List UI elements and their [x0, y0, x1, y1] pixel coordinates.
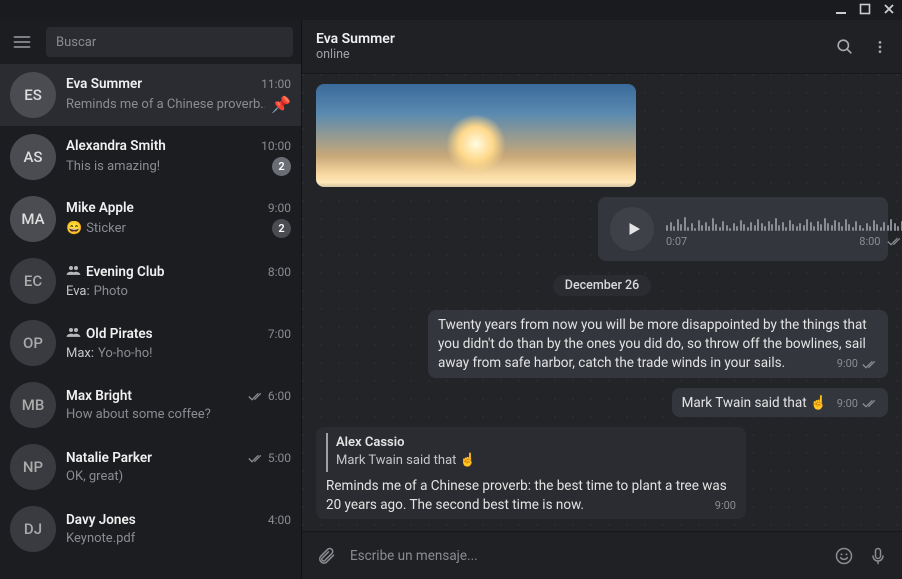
- chat-time: 8:00: [268, 265, 291, 279]
- preview-text: OK, great): [66, 469, 123, 484]
- avatar: MA: [10, 196, 56, 242]
- chat-name-text: Evening Club: [86, 264, 164, 280]
- read-checks-icon: [248, 391, 264, 402]
- voice-position: 0:07: [666, 234, 687, 250]
- avatar: OP: [10, 320, 56, 366]
- chat-name-text: Davy Jones: [66, 512, 136, 528]
- chat-name-text: Eva Summer: [66, 76, 142, 92]
- messages-area[interactable]: Nearly missed this sunrise 7:00 0:07 8:0…: [302, 74, 902, 579]
- message-bubble-voice[interactable]: 0:07 8:00: [598, 197, 888, 261]
- chat-list-item[interactable]: EC Evening Club 8:00 Eva: Photo: [0, 250, 301, 312]
- preview-sender: Max:: [66, 346, 94, 361]
- preview-text: Reminds me of a Chinese proverb...: [66, 97, 265, 112]
- voice-record-button[interactable]: [868, 546, 888, 566]
- message-text: Mark Twain said that ☝️: [682, 395, 827, 411]
- search-chat-button[interactable]: [835, 37, 854, 56]
- maximize-button[interactable]: [858, 2, 872, 16]
- chat-list: ES Eva Summer 11:00 Reminds me of a Chinese…: [0, 64, 301, 579]
- window-titlebar: [0, 0, 902, 20]
- reply-author: Alex Cassio: [336, 434, 736, 452]
- preview-text: This is amazing!: [66, 159, 160, 174]
- voice-duration: 8:00: [859, 234, 880, 250]
- preview-text: How about some coffee?: [66, 407, 211, 422]
- chat-list-item[interactable]: MA Mike Apple 9:00 😄 Sticker 2: [0, 188, 301, 250]
- minimize-button[interactable]: [834, 2, 848, 16]
- chat-list-item[interactable]: MB Max Bright 6:00 How about some coffee?: [0, 374, 301, 436]
- reply-block[interactable]: Alex Cassio Mark Twain said that ☝️: [326, 433, 736, 472]
- avatar: AS: [10, 134, 56, 180]
- play-button[interactable]: [610, 207, 654, 251]
- search-box[interactable]: [46, 27, 293, 57]
- unread-badge: 2: [272, 157, 291, 176]
- message-bubble[interactable]: Twenty years from now you will be more d…: [428, 310, 888, 377]
- chat-list-item[interactable]: AS Alexandra Smith 10:00 This is amazing! 2: [0, 126, 301, 188]
- chat-name-text: Natalie Parker: [66, 450, 152, 466]
- group-icon: [66, 326, 81, 343]
- chat-time: 9:00: [268, 201, 291, 215]
- image-content[interactable]: [316, 84, 636, 187]
- chat-list-item[interactable]: OP Old Pirates 7:00 Max: Yo-ho-ho!: [0, 312, 301, 374]
- message-bubble[interactable]: Mark Twain said that ☝️ 9:00: [672, 388, 888, 417]
- read-checks-icon: [862, 398, 878, 409]
- message-input[interactable]: [350, 548, 820, 564]
- message-time: 9:00: [837, 396, 858, 412]
- message-bubble-image[interactable]: Nearly missed this sunrise 7:00: [316, 84, 636, 187]
- close-button[interactable]: [882, 2, 896, 16]
- unread-badge: 2: [272, 219, 291, 238]
- avatar: MB: [10, 382, 56, 428]
- message-text: Twenty years from now you will be more d…: [438, 317, 867, 371]
- message-bubble-reply[interactable]: Alex Cassio Mark Twain said that ☝️ Remi…: [316, 427, 746, 519]
- chat-status: online: [316, 47, 835, 62]
- composer-bar: [302, 531, 902, 579]
- date-divider: December 26: [553, 275, 651, 296]
- chat-list-item[interactable]: DJ Davy Jones 4:00 Keynote.pdf: [0, 498, 301, 560]
- chat-time: 11:00: [261, 77, 291, 91]
- preview-text: Sticker: [86, 221, 126, 236]
- chat-time: 10:00: [261, 139, 291, 153]
- chat-list-item[interactable]: NP Natalie Parker 5:00 OK, great): [0, 436, 301, 498]
- group-icon: [66, 264, 81, 281]
- chat-name-text: Mike Apple: [66, 200, 134, 216]
- chat-time: 6:00: [268, 389, 291, 403]
- preview-emoji: 😄: [66, 221, 82, 236]
- pin-icon: 📌: [271, 95, 291, 114]
- avatar: NP: [10, 444, 56, 490]
- avatar: EC: [10, 258, 56, 304]
- chat-list-item[interactable]: ES Eva Summer 11:00 Reminds me of a Chinese…: [0, 64, 301, 126]
- preview-text: Yo-ho-ho!: [98, 346, 153, 361]
- preview-text: Keynote.pdf: [66, 531, 135, 546]
- avatar: DJ: [10, 506, 56, 552]
- preview-text: Photo: [94, 284, 128, 299]
- chat-header: Eva Summer online: [302, 20, 902, 74]
- chat-pane: Eva Summer online Nearly missed this sun…: [302, 20, 902, 579]
- message-time: 9:00: [715, 498, 736, 514]
- chat-name-text: Alexandra Smith: [66, 138, 166, 154]
- message-text: Reminds me of a Chinese proverb: the bes…: [326, 478, 727, 513]
- reply-text: Mark Twain said that ☝️: [336, 452, 736, 470]
- read-checks-icon: [862, 359, 878, 370]
- more-options-button[interactable]: [872, 39, 888, 55]
- menu-button[interactable]: [8, 28, 36, 56]
- preview-sender: Eva:: [66, 284, 90, 299]
- chat-time: 4:00: [268, 513, 291, 527]
- read-checks-icon: [887, 236, 902, 247]
- avatar: ES: [10, 72, 56, 118]
- search-input[interactable]: [56, 35, 283, 50]
- sidebar: ES Eva Summer 11:00 Reminds me of a Chinese…: [0, 20, 302, 579]
- read-checks-icon: [248, 453, 264, 464]
- chat-time: 5:00: [268, 451, 291, 465]
- chat-name-text: Old Pirates: [86, 326, 153, 342]
- message-time: 9:00: [837, 356, 858, 372]
- chat-title[interactable]: Eva Summer: [316, 31, 835, 47]
- emoji-button[interactable]: [834, 546, 854, 566]
- chat-time: 7:00: [268, 327, 291, 341]
- chat-name-text: Max Bright: [66, 388, 132, 404]
- voice-waveform[interactable]: [666, 209, 902, 231]
- attach-button[interactable]: [316, 546, 336, 566]
